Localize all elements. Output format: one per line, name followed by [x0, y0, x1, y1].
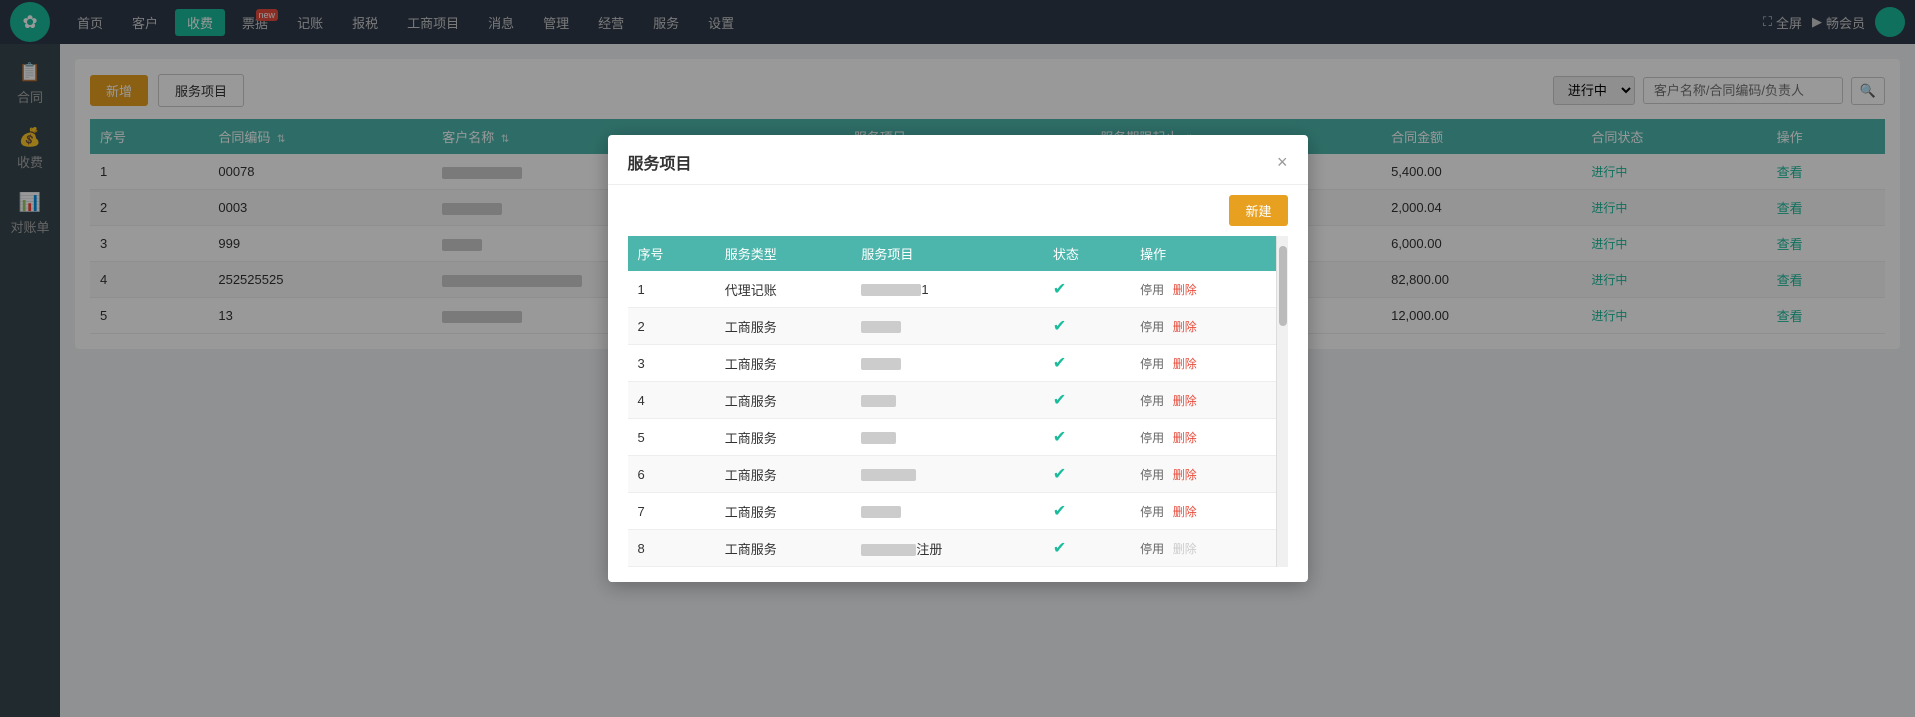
- delete-button[interactable]: 删除: [1173, 283, 1197, 297]
- delete-button[interactable]: 删除: [1173, 431, 1197, 445]
- cell-type: 工商服务: [715, 493, 852, 530]
- cell-no: 4: [628, 382, 715, 419]
- scrollbar[interactable]: [1276, 236, 1288, 567]
- stop-button[interactable]: 停用: [1140, 431, 1164, 445]
- delete-button[interactable]: 删除: [1173, 357, 1197, 371]
- cell-item: 1: [851, 271, 1043, 308]
- modal-col-item: 服务项目: [851, 236, 1043, 271]
- stop-button[interactable]: 停用: [1140, 394, 1164, 408]
- modal-close-button[interactable]: ×: [1277, 153, 1288, 171]
- cell-status: ✔: [1043, 493, 1130, 530]
- modal-col-action: 操作: [1130, 236, 1275, 271]
- modal-body: 序号 服务类型 服务项目 状态 操作 1 代理记账 1 ✔ 停用 删除 2 工商…: [608, 236, 1308, 582]
- stop-button[interactable]: 停用: [1140, 357, 1164, 371]
- cell-type: 工商服务: [715, 345, 852, 382]
- cell-item: [851, 308, 1043, 345]
- table-row: 2 工商服务 ✔ 停用 删除: [628, 308, 1276, 345]
- table-row: 5 工商服务 ✔ 停用 删除: [628, 419, 1276, 456]
- cell-item: [851, 419, 1043, 456]
- modal-toolbar: 新建: [608, 185, 1308, 236]
- cell-no: 3: [628, 345, 715, 382]
- delete-button[interactable]: 删除: [1173, 320, 1197, 334]
- cell-no: 6: [628, 456, 715, 493]
- cell-no: 7: [628, 493, 715, 530]
- modal-header: 服务项目 ×: [608, 135, 1308, 185]
- cell-item: 注册: [851, 530, 1043, 567]
- stop-button[interactable]: 停用: [1140, 505, 1164, 519]
- cell-action: 停用 删除: [1130, 382, 1275, 419]
- table-row: 7 工商服务 ✔ 停用 删除: [628, 493, 1276, 530]
- stop-button[interactable]: 停用: [1140, 468, 1164, 482]
- cell-no: 1: [628, 271, 715, 308]
- delete-button[interactable]: 删除: [1173, 542, 1197, 556]
- cell-item: [851, 493, 1043, 530]
- delete-button[interactable]: 删除: [1173, 468, 1197, 482]
- service-modal: 服务项目 × 新建 序号 服务类型 服务项目 状态 操作: [608, 135, 1308, 582]
- cell-action: 停用 删除: [1130, 345, 1275, 382]
- cell-action: 停用 删除: [1130, 530, 1275, 567]
- delete-button[interactable]: 删除: [1173, 394, 1197, 408]
- cell-item: [851, 382, 1043, 419]
- modal-col-no: 序号: [628, 236, 715, 271]
- table-row: 1 代理记账 1 ✔ 停用 删除: [628, 271, 1276, 308]
- table-row: 3 工商服务 ✔ 停用 删除: [628, 345, 1276, 382]
- modal-col-status: 状态: [1043, 236, 1130, 271]
- delete-button[interactable]: 删除: [1173, 505, 1197, 519]
- modal-col-type: 服务类型: [715, 236, 852, 271]
- stop-button[interactable]: 停用: [1140, 283, 1164, 297]
- cell-action: 停用 删除: [1130, 493, 1275, 530]
- cell-action: 停用 删除: [1130, 271, 1275, 308]
- cell-action: 停用 删除: [1130, 456, 1275, 493]
- cell-item: [851, 345, 1043, 382]
- stop-button[interactable]: 停用: [1140, 542, 1164, 556]
- cell-type: 工商服务: [715, 419, 852, 456]
- scrollbar-thumb: [1279, 246, 1287, 326]
- cell-no: 2: [628, 308, 715, 345]
- cell-action: 停用 删除: [1130, 419, 1275, 456]
- cell-status: ✔: [1043, 271, 1130, 308]
- cell-no: 8: [628, 530, 715, 567]
- cell-action: 停用 删除: [1130, 308, 1275, 345]
- modal-title: 服务项目: [628, 150, 692, 174]
- cell-status: ✔: [1043, 456, 1130, 493]
- cell-type: 工商服务: [715, 308, 852, 345]
- service-items-table: 序号 服务类型 服务项目 状态 操作 1 代理记账 1 ✔ 停用 删除 2 工商…: [628, 236, 1276, 567]
- cell-status: ✔: [1043, 530, 1130, 567]
- cell-status: ✔: [1043, 308, 1130, 345]
- cell-status: ✔: [1043, 419, 1130, 456]
- cell-no: 5: [628, 419, 715, 456]
- table-row: 4 工商服务 ✔ 停用 删除: [628, 382, 1276, 419]
- modal-overlay[interactable]: 服务项目 × 新建 序号 服务类型 服务项目 状态 操作: [0, 0, 1915, 717]
- stop-button[interactable]: 停用: [1140, 320, 1164, 334]
- cell-status: ✔: [1043, 345, 1130, 382]
- modal-new-button[interactable]: 新建: [1229, 195, 1287, 226]
- table-row: 6 工商服务 ✔ 停用 删除: [628, 456, 1276, 493]
- cell-type: 代理记账: [715, 271, 852, 308]
- cell-type: 工商服务: [715, 530, 852, 567]
- cell-item: [851, 456, 1043, 493]
- cell-type: 工商服务: [715, 456, 852, 493]
- table-row: 8 工商服务 注册 ✔ 停用 删除: [628, 530, 1276, 567]
- cell-type: 工商服务: [715, 382, 852, 419]
- cell-status: ✔: [1043, 382, 1130, 419]
